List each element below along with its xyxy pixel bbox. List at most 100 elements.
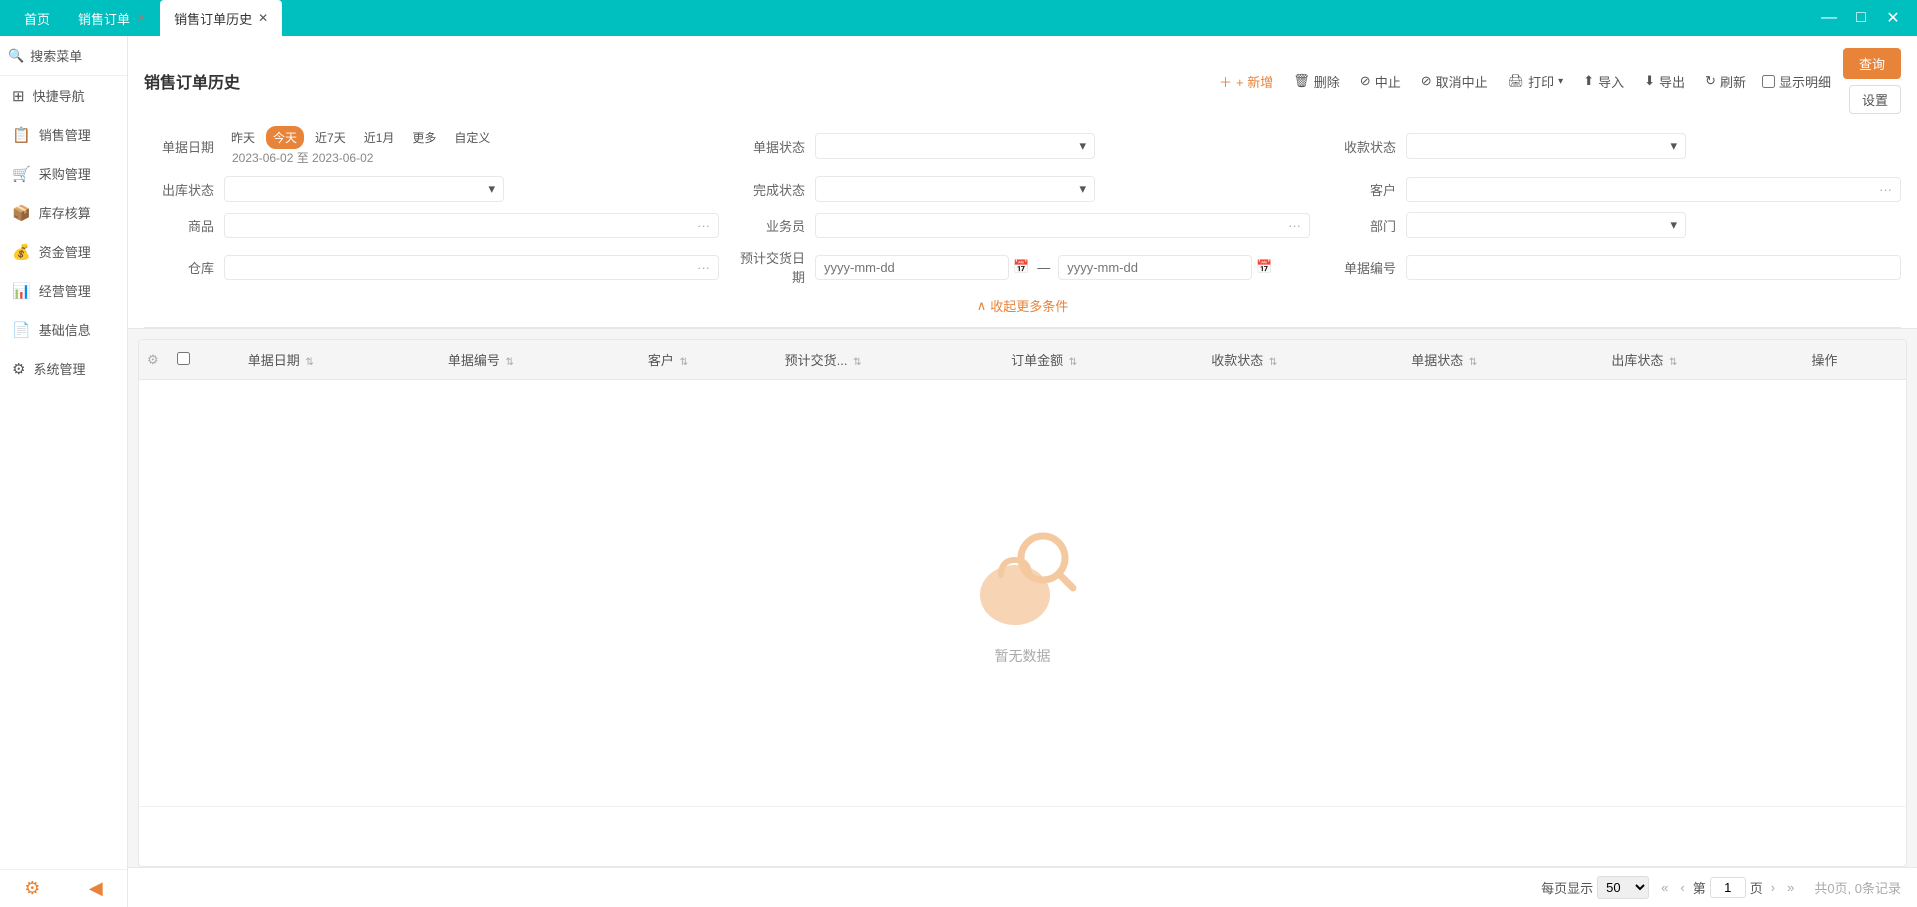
tab-sales-history-close[interactable]: ✕ xyxy=(258,11,268,25)
print-icon: 🖨 xyxy=(1508,73,1525,89)
product-more-icon[interactable]: ··· xyxy=(697,218,710,233)
cancel-stop-button[interactable]: ⊘ 取消中止 xyxy=(1417,70,1492,93)
search-icon: 🔍 xyxy=(8,48,24,64)
page-size-select[interactable]: 50 10 20 100 xyxy=(1597,876,1649,899)
th-payment-status-sort-icon[interactable]: ⇅ xyxy=(1269,357,1277,368)
sidebar-item-purchase-mgmt[interactable]: 🛒 采购管理 xyxy=(0,154,127,193)
sidebar-bottom: ⚙ ◀ xyxy=(0,869,127,907)
new-button[interactable]: ＋ + 新增 xyxy=(1215,70,1277,93)
import-button[interactable]: ⬆ 导入 xyxy=(1579,70,1628,93)
empty-row: 暂无数据 xyxy=(139,380,1906,807)
tab-sales-history[interactable]: 销售订单历史 ✕ xyxy=(160,0,282,36)
date-btn-today[interactable]: 今天 xyxy=(266,126,304,149)
sidebar-item-quick-nav[interactable]: ⊞ 快捷导航 xyxy=(0,76,127,115)
sidebar-item-basic-info[interactable]: 📄 基础信息 xyxy=(0,310,127,349)
sidebar-item-system[interactable]: ⚙ 系统管理 xyxy=(0,349,127,388)
th-delivery-status-sort-icon[interactable]: ⇅ xyxy=(1669,357,1677,368)
sidebar-item-finance-label: 资金管理 xyxy=(39,242,91,261)
last-page-button[interactable]: » xyxy=(1783,878,1798,897)
refresh-button[interactable]: ↻ 刷新 xyxy=(1701,70,1750,93)
sidebar-item-basic-info-label: 基础信息 xyxy=(39,320,91,339)
date-btn-custom[interactable]: 自定义 xyxy=(447,126,497,149)
first-page-button[interactable]: « xyxy=(1657,878,1672,897)
date-btn-yesterday[interactable]: 昨天 xyxy=(224,126,262,149)
table-body: 暂无数据 xyxy=(139,380,1906,807)
chevron-up-icon: ∧ xyxy=(977,298,987,314)
customer-more-icon[interactable]: ··· xyxy=(1879,182,1892,197)
calendar-end-icon[interactable]: 📅 xyxy=(1256,259,1272,275)
import-icon: ⬆ xyxy=(1583,73,1594,89)
content-area: 销售订单历史 ＋ + 新增 🗑 删除 ⊘ 中止 ⊘ xyxy=(128,36,1917,907)
settings-bottom-icon[interactable]: ⚙ xyxy=(24,878,40,899)
show-columns-checkbox[interactable] xyxy=(1762,75,1775,88)
date-btn-more[interactable]: 更多 xyxy=(405,126,443,149)
date-label: 单据日期 xyxy=(144,137,224,156)
complete-status-select[interactable]: ▾ xyxy=(815,176,1095,202)
salesperson-more-icon[interactable]: ··· xyxy=(1288,218,1301,233)
tab-sales-order-close[interactable]: ✕ xyxy=(136,11,146,25)
sidebar-item-operations[interactable]: 📊 经营管理 xyxy=(0,271,127,310)
minimize-button[interactable]: — xyxy=(1817,6,1841,30)
maximize-button[interactable]: □ xyxy=(1849,6,1873,30)
th-number-sort-icon[interactable]: ⇅ xyxy=(505,357,513,368)
print-button[interactable]: 🖨 打印 ▾ xyxy=(1504,70,1568,93)
calendar-start-icon[interactable]: 📅 xyxy=(1013,259,1029,275)
payment-status-select[interactable]: ▾ xyxy=(1406,133,1686,159)
current-page-input[interactable] xyxy=(1710,877,1746,898)
sidebar-item-inventory[interactable]: 📦 库存核算 xyxy=(0,193,127,232)
settings-button[interactable]: 设置 xyxy=(1849,85,1901,114)
stop-button[interactable]: ⊘ 中止 xyxy=(1356,70,1405,93)
sidebar-search[interactable]: 🔍 搜索菜单 xyxy=(0,36,127,76)
tab-sales-order[interactable]: 销售订单 ✕ xyxy=(64,0,160,36)
warehouse-more-icon[interactable]: ··· xyxy=(697,260,710,275)
query-button[interactable]: 查询 xyxy=(1843,48,1901,79)
th-date-sort-icon[interactable]: ⇅ xyxy=(305,357,313,368)
export-button[interactable]: ⬇ 导出 xyxy=(1640,70,1689,93)
collapse-bar[interactable]: ∧ 收起更多条件 xyxy=(144,292,1901,319)
table-gear-icon[interactable]: ⚙ xyxy=(147,352,159,367)
sidebar-item-finance[interactable]: 💰 资金管理 xyxy=(0,232,127,271)
next-page-button[interactable]: › xyxy=(1767,878,1779,897)
select-all-checkbox[interactable] xyxy=(177,352,190,365)
sidebar-item-inventory-label: 库存核算 xyxy=(39,203,91,222)
order-status-select[interactable]: ▾ xyxy=(815,133,1095,159)
complete-status-chevron-icon: ▾ xyxy=(1079,181,1086,197)
delivery-date-start[interactable] xyxy=(815,255,1009,280)
page-label-prefix: 第 xyxy=(1693,878,1706,897)
th-delivery-sort-icon[interactable]: ⇅ xyxy=(853,357,861,368)
th-amount-label: 订单金额 xyxy=(1011,353,1063,368)
date-range-text: 2023-06-02 至 2023-06-02 xyxy=(232,149,497,166)
close-button[interactable]: ✕ xyxy=(1881,6,1905,30)
th-amount-sort-icon[interactable]: ⇅ xyxy=(1069,357,1077,368)
date-btn-7days[interactable]: 近7天 xyxy=(308,126,353,149)
sales-mgmt-icon: 📋 xyxy=(12,126,31,144)
top-bar: 首页 销售订单 ✕ 销售订单历史 ✕ — □ ✕ xyxy=(0,0,1917,36)
refresh-label: 刷新 xyxy=(1720,72,1746,91)
delivery-status-select[interactable]: ▾ xyxy=(224,176,504,202)
quick-nav-icon: ⊞ xyxy=(12,87,25,105)
collapse-sidebar-icon[interactable]: ◀ xyxy=(89,878,103,899)
show-columns-toggle[interactable]: 显示明细 xyxy=(1762,72,1831,91)
th-customer-sort-icon[interactable]: ⇅ xyxy=(680,357,688,368)
delete-button[interactable]: 🗑 删除 xyxy=(1289,70,1344,93)
th-checkbox-col xyxy=(169,340,240,380)
empty-text: 暂无数据 xyxy=(995,646,1051,666)
th-order-status-sort-icon[interactable]: ⇅ xyxy=(1469,357,1477,368)
tab-sales-history-label: 销售订单历史 xyxy=(174,9,252,28)
prev-page-button[interactable]: ‹ xyxy=(1676,878,1688,897)
payment-status-label: 收款状态 xyxy=(1326,137,1406,156)
department-select[interactable]: ▾ xyxy=(1406,212,1686,238)
th-number: 单据编号 ⇅ xyxy=(440,340,640,380)
th-number-label: 单据编号 xyxy=(448,353,500,368)
sidebar-item-system-label: 系统管理 xyxy=(33,359,85,378)
date-btn-1month[interactable]: 近1月 xyxy=(357,126,402,149)
sidebar-item-sales-mgmt-label: 销售管理 xyxy=(39,125,91,144)
delivery-date-end[interactable] xyxy=(1058,255,1252,280)
order-number-input[interactable] xyxy=(1406,255,1901,280)
tab-home[interactable]: 首页 xyxy=(10,0,64,36)
sidebar-item-sales-mgmt[interactable]: 📋 销售管理 xyxy=(0,115,127,154)
th-payment-status: 收款状态 ⇅ xyxy=(1203,340,1403,380)
cancel-stop-label: 取消中止 xyxy=(1436,72,1488,91)
window-actions: — □ ✕ xyxy=(1817,6,1917,30)
table-header-row: ⚙ 单据日期 ⇅ 单据编号 ⇅ xyxy=(139,340,1906,380)
